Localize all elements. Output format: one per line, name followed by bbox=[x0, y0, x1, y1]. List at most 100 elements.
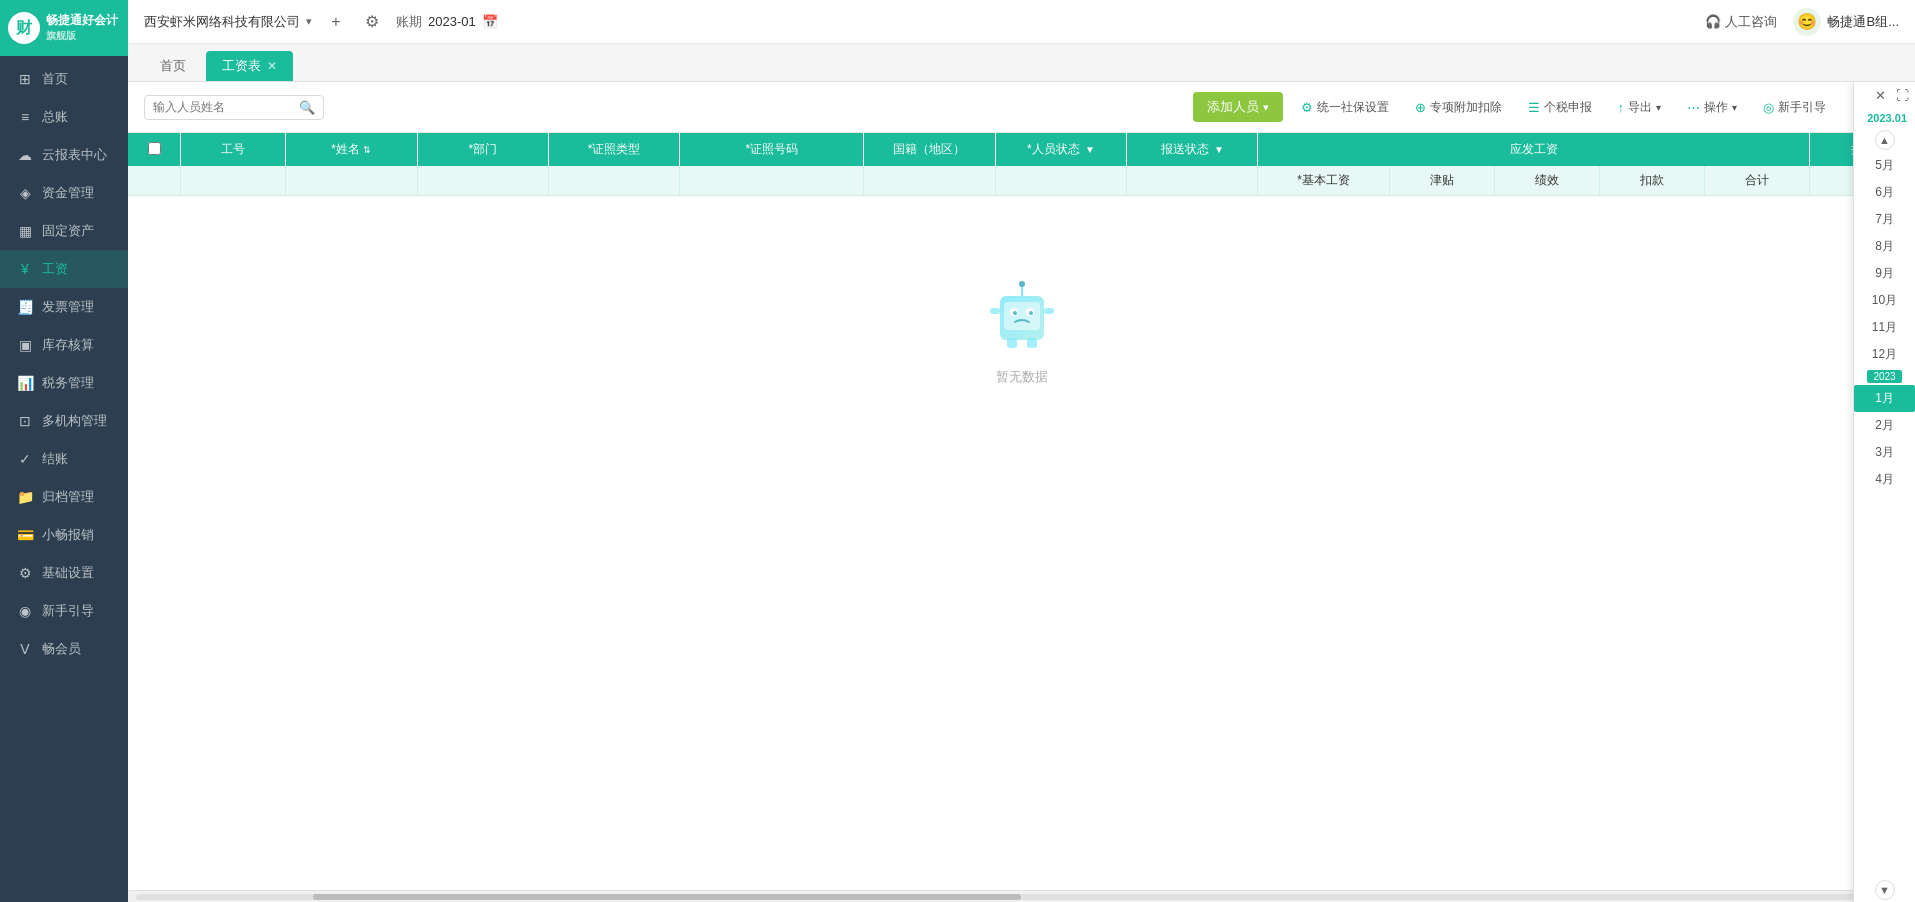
timeline-period-display: 2023.01 bbox=[1859, 108, 1915, 128]
sidebar-item-expense[interactable]: 💳 小畅报销 bbox=[0, 516, 128, 554]
tabbar: 首页 工资表 ✕ bbox=[128, 44, 1915, 82]
customer-service-button[interactable]: 🎧 人工咨询 bbox=[1705, 13, 1777, 31]
table-body: 暂无数据 bbox=[128, 196, 1915, 467]
sidebar-item-fund[interactable]: ◈ 资金管理 bbox=[0, 174, 128, 212]
month-item-2022-9[interactable]: 9月 bbox=[1854, 260, 1915, 287]
calendar-icon[interactable]: 📅 bbox=[482, 14, 498, 29]
sidebar-item-guide[interactable]: ◉ 新手引导 bbox=[0, 592, 128, 630]
empty-icon bbox=[982, 276, 1062, 356]
app-logo: 财 畅捷通好会计 旗舰版 bbox=[0, 0, 128, 56]
guide-icon: ◎ bbox=[1763, 100, 1774, 115]
search-wrap[interactable]: 🔍 bbox=[144, 95, 324, 120]
sidebar-label-invoice: 发票管理 bbox=[42, 298, 94, 316]
user-name: 畅捷通B组... bbox=[1827, 13, 1899, 31]
sidebar-item-cloud-report[interactable]: ☁ 云报表中心 bbox=[0, 136, 128, 174]
page-content: 🔍 添加人员 ▾ ⚙ 统一社保设置 ⊕ 专项附加扣除 bbox=[128, 82, 1915, 902]
sidebar-item-archive[interactable]: 📁 归档管理 bbox=[0, 478, 128, 516]
table-subheader: *基本工资 津贴 绩效 扣款 合计 bbox=[128, 166, 1915, 196]
sidebar-label-assets: 固定资产 bbox=[42, 222, 94, 240]
svg-rect-8 bbox=[990, 308, 1000, 314]
social-security-button[interactable]: ⚙ 统一社保设置 bbox=[1293, 95, 1397, 120]
add-company-button[interactable]: + bbox=[324, 10, 348, 34]
select-all-checkbox[interactable] bbox=[148, 142, 161, 155]
month-item-2022-6[interactable]: 6月 bbox=[1854, 179, 1915, 206]
scroll-thumb[interactable] bbox=[313, 894, 1021, 900]
month-item-2023-3[interactable]: 3月 bbox=[1854, 439, 1915, 466]
topbar: 西安虾米网络科技有限公司 ▾ + ⚙ 账期 2023-01 📅 🎧 人工咨询 😊… bbox=[128, 0, 1915, 44]
special-deduct-button[interactable]: ⊕ 专项附加扣除 bbox=[1407, 95, 1510, 120]
social-security-label: 统一社保设置 bbox=[1317, 99, 1389, 116]
sidebar-label-member: 畅会员 bbox=[42, 640, 81, 658]
sidebar-label-salary: 工资 bbox=[42, 260, 68, 278]
guide-button[interactable]: ◎ 新手引导 bbox=[1755, 95, 1834, 120]
sidebar-item-home[interactable]: ⊞ 首页 bbox=[0, 60, 128, 98]
table-header: 工号 *姓名 ⇅ *部门 *证照类型 *证照号码 国籍（地区） *人员状态 bbox=[128, 133, 1915, 196]
th-name[interactable]: *姓名 ⇅ bbox=[286, 133, 417, 166]
th-salary-group: 应发工资 bbox=[1258, 133, 1810, 166]
company-selector[interactable]: 西安虾米网络科技有限公司 ▾ bbox=[144, 13, 312, 31]
archive-icon: 📁 bbox=[16, 489, 34, 505]
search-input[interactable] bbox=[153, 100, 293, 114]
export-icon: ↑ bbox=[1618, 100, 1625, 115]
th-name-label: *姓名 bbox=[331, 142, 360, 156]
month-item-2023-2[interactable]: 2月 bbox=[1854, 412, 1915, 439]
month-item-2022-7[interactable]: 7月 bbox=[1854, 206, 1915, 233]
month-item-2023-4[interactable]: 4月 bbox=[1854, 466, 1915, 493]
month-item-2022-10[interactable]: 10月 bbox=[1854, 287, 1915, 314]
tax-icon: 📊 bbox=[16, 375, 34, 391]
month-item-2023-1[interactable]: 1月 bbox=[1854, 385, 1915, 412]
sidebar-item-multi-org[interactable]: ⊡ 多机构管理 bbox=[0, 402, 128, 440]
company-settings-icon[interactable]: ⚙ bbox=[360, 10, 384, 34]
sidebar-item-ledger[interactable]: ≡ 总账 bbox=[0, 98, 128, 136]
month-item-2022-8[interactable]: 8月 bbox=[1854, 233, 1915, 260]
panel-expand-button[interactable]: ⛶ bbox=[1893, 86, 1911, 104]
sidebar-label-settle: 结账 bbox=[42, 450, 68, 468]
user-avatar: 😊 bbox=[1793, 8, 1821, 36]
tab-close-icon[interactable]: ✕ bbox=[267, 59, 277, 73]
export-label: 导出 bbox=[1628, 99, 1652, 116]
timeline-nav-up[interactable]: ▲ bbox=[1875, 130, 1895, 150]
logo-icon: 财 bbox=[8, 12, 40, 44]
sidebar-item-fixed-assets[interactable]: ▦ 固定资产 bbox=[0, 212, 128, 250]
sidebar-label-inventory: 库存核算 bbox=[42, 336, 94, 354]
year-2023-badge: 2023 bbox=[1867, 370, 1901, 383]
sidebar-item-settings[interactable]: ⚙ 基础设置 bbox=[0, 554, 128, 592]
page-toolbar: 🔍 添加人员 ▾ ⚙ 统一社保设置 ⊕ 专项附加扣除 bbox=[128, 82, 1915, 133]
user-info[interactable]: 😊 畅捷通B组... bbox=[1793, 8, 1899, 36]
sidebar: 财 畅捷通好会计 旗舰版 ⊞ 首页 ≡ 总账 ☁ 云报表中心 ◈ 资金管理 ▦ … bbox=[0, 0, 128, 902]
topbar-right: 🎧 人工咨询 😊 畅捷通B组... bbox=[1705, 8, 1899, 36]
th-status[interactable]: *人员状态 ▼ bbox=[995, 133, 1126, 166]
sidebar-item-invoice[interactable]: 🧾 发票管理 bbox=[0, 288, 128, 326]
special-deduct-label: 专项附加扣除 bbox=[1430, 99, 1502, 116]
month-item-2022-12[interactable]: 12月 bbox=[1854, 341, 1915, 368]
sidebar-item-member[interactable]: V 畅会员 bbox=[0, 630, 128, 668]
tab-salary-table[interactable]: 工资表 ✕ bbox=[206, 51, 293, 81]
month-item-2022-5[interactable]: 5月 bbox=[1854, 152, 1915, 179]
sidebar-item-salary[interactable]: ¥ 工资 bbox=[0, 250, 128, 288]
multi-org-icon: ⊡ bbox=[16, 413, 34, 429]
tax-report-button[interactable]: ☰ 个税申报 bbox=[1520, 95, 1600, 120]
export-button[interactable]: ↑ 导出 ▾ bbox=[1610, 95, 1670, 120]
svg-rect-10 bbox=[1007, 338, 1017, 348]
add-person-dropdown-icon: ▾ bbox=[1263, 101, 1269, 114]
sidebar-label-settings: 基础设置 bbox=[42, 564, 94, 582]
sort-icon: ⇅ bbox=[363, 145, 371, 155]
empty-state-cell: 暂无数据 bbox=[128, 196, 1915, 467]
main-container: 西安虾米网络科技有限公司 ▾ + ⚙ 账期 2023-01 📅 🎧 人工咨询 😊… bbox=[128, 0, 1915, 902]
empty-text: 暂无数据 bbox=[996, 368, 1048, 386]
operation-button[interactable]: ⋯ 操作 ▾ bbox=[1679, 95, 1745, 120]
tab-home[interactable]: 首页 bbox=[144, 51, 202, 81]
subth-empty3 bbox=[286, 166, 417, 196]
subth-empty4 bbox=[417, 166, 548, 196]
add-person-button[interactable]: 添加人员 ▾ bbox=[1193, 92, 1283, 122]
sidebar-item-tax[interactable]: 📊 税务管理 bbox=[0, 364, 128, 402]
month-item-2022-11[interactable]: 11月 bbox=[1854, 314, 1915, 341]
salary-table: 工号 *姓名 ⇅ *部门 *证照类型 *证照号码 国籍（地区） *人员状态 bbox=[128, 133, 1915, 466]
th-report[interactable]: 报送状态 ▼ bbox=[1127, 133, 1258, 166]
app-name: 畅捷通好会计 bbox=[46, 13, 118, 29]
subth-base: *基本工资 bbox=[1258, 166, 1389, 196]
sidebar-item-inventory[interactable]: ▣ 库存核算 bbox=[0, 326, 128, 364]
timeline-nav-down[interactable]: ▼ bbox=[1875, 880, 1895, 900]
sidebar-item-settle[interactable]: ✓ 结账 bbox=[0, 440, 128, 478]
panel-close-button[interactable]: ✕ bbox=[1871, 86, 1889, 104]
